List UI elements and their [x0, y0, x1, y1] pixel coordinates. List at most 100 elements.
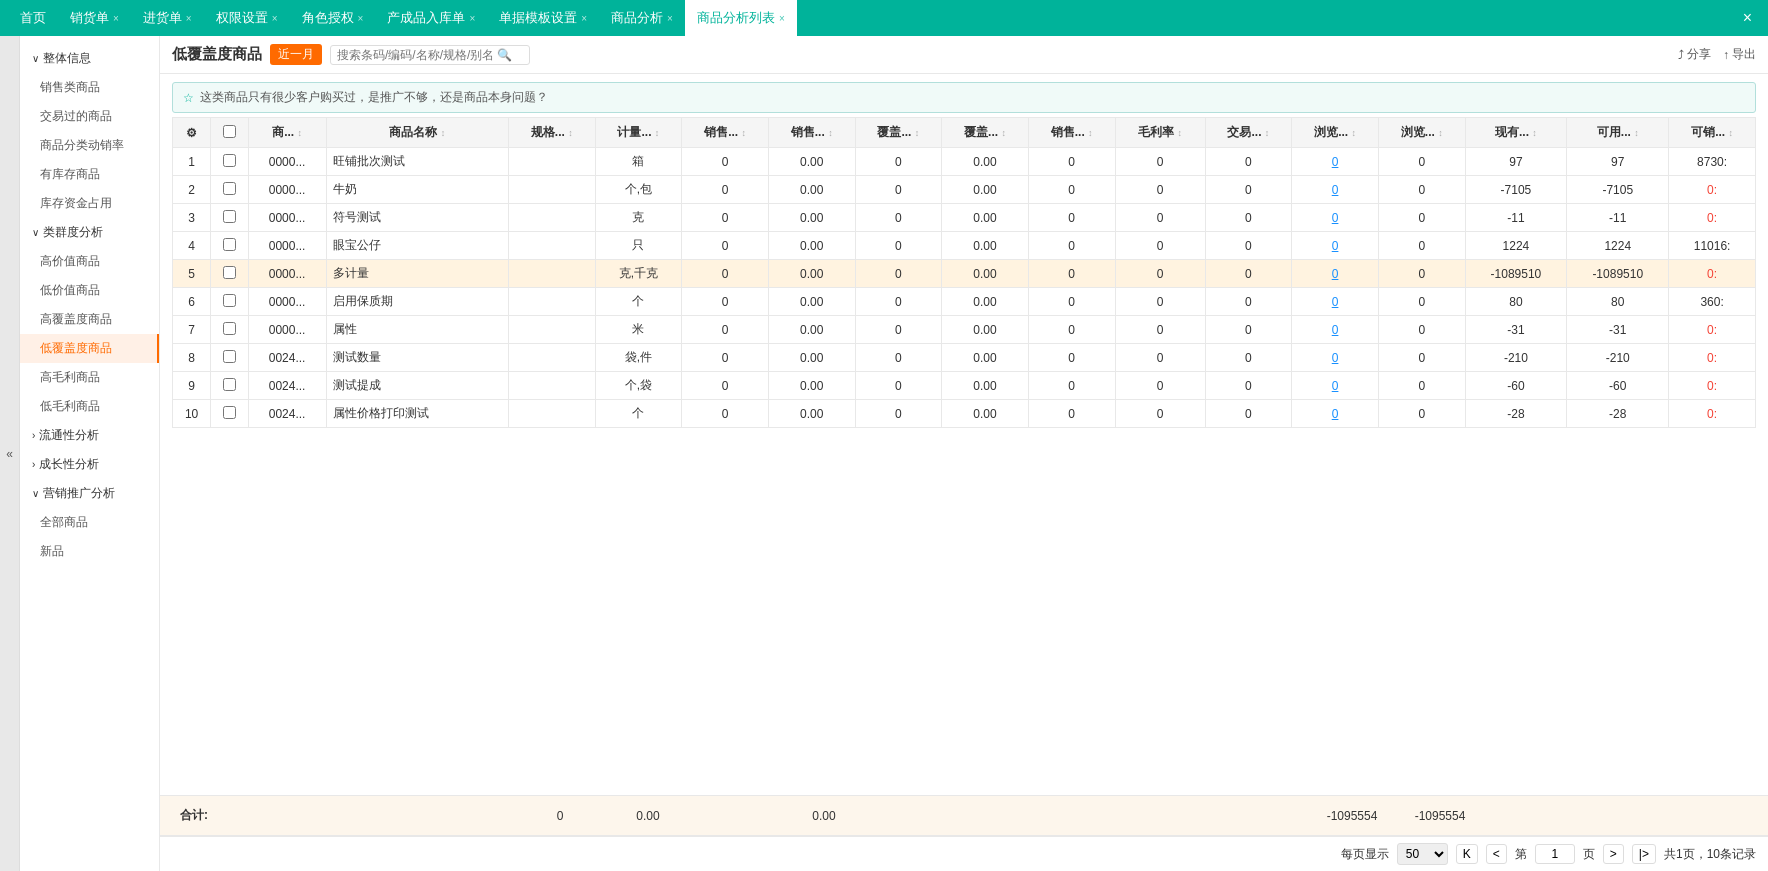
share-button[interactable]: ⤴ 分享 [1678, 46, 1711, 63]
col-code[interactable]: 商... ↕ [248, 118, 326, 148]
close-icon[interactable]: × [186, 13, 192, 24]
sidebar-item-low-coverage[interactable]: 低覆盖度商品 [20, 334, 159, 363]
row-select-checkbox[interactable] [223, 406, 236, 419]
row-checkbox[interactable] [211, 204, 249, 232]
window-close-button[interactable]: × [1735, 9, 1760, 27]
row-browse1[interactable]: 0 [1292, 204, 1379, 232]
row-browse1[interactable]: 0 [1292, 400, 1379, 428]
col-settings[interactable]: ⚙ [173, 118, 211, 148]
col-saleable[interactable]: 可销... ↕ [1669, 118, 1756, 148]
sidebar-section-flow[interactable]: › 流通性分析 [20, 421, 159, 450]
close-icon[interactable]: × [272, 13, 278, 24]
row-checkbox[interactable] [211, 232, 249, 260]
search-icon[interactable]: 🔍 [497, 48, 512, 62]
col-unit[interactable]: 计量... ↕ [595, 118, 682, 148]
row-browse1[interactable]: 0 [1292, 372, 1379, 400]
row-checkbox[interactable] [211, 316, 249, 344]
col-gross[interactable]: 毛利率 ↕ [1115, 118, 1205, 148]
col-browse1[interactable]: 浏览... ↕ [1292, 118, 1379, 148]
row-cov2: 0.00 [942, 400, 1029, 428]
last-page-button[interactable]: |> [1632, 844, 1656, 864]
nav-product-storage[interactable]: 产成品入库单 × [375, 0, 487, 36]
row-checkbox[interactable] [211, 260, 249, 288]
row-select-checkbox[interactable] [223, 378, 236, 391]
col-available[interactable]: 可用... ↕ [1567, 118, 1669, 148]
row-select-checkbox[interactable] [223, 210, 236, 223]
close-icon[interactable]: × [667, 13, 673, 24]
page-label: 第 [1515, 846, 1527, 863]
col-sales-amt[interactable]: 销售... ↕ [768, 118, 855, 148]
row-select-checkbox[interactable] [223, 238, 236, 251]
export-button[interactable]: ↑ 导出 [1723, 46, 1756, 63]
first-page-button[interactable]: K [1456, 844, 1478, 864]
sidebar-section-marketing[interactable]: ∨ 营销推广分析 [20, 479, 159, 508]
close-icon[interactable]: × [581, 13, 587, 24]
col-spec[interactable]: 规格... ↕ [508, 118, 595, 148]
next-page-button[interactable]: > [1603, 844, 1624, 864]
sidebar-item-low-margin[interactable]: 低毛利商品 [20, 392, 159, 421]
row-browse1[interactable]: 0 [1292, 288, 1379, 316]
row-checkbox[interactable] [211, 148, 249, 176]
prev-page-button[interactable]: < [1486, 844, 1507, 864]
sidebar-item-stock-goods[interactable]: 有库存商品 [20, 160, 159, 189]
select-all-checkbox[interactable] [223, 125, 236, 138]
nav-role[interactable]: 角色授权 × [290, 0, 376, 36]
nav-analysis[interactable]: 商品分析 × [599, 0, 685, 36]
nav-home[interactable]: 首页 [8, 0, 58, 36]
per-page-select[interactable]: 50 10 20 100 [1397, 843, 1448, 865]
nav-analysis-list[interactable]: 商品分析列表 × [685, 0, 797, 36]
row-select-checkbox[interactable] [223, 322, 236, 335]
sidebar-item-high-coverage[interactable]: 高覆盖度商品 [20, 305, 159, 334]
col-checkbox[interactable] [211, 118, 249, 148]
close-icon[interactable]: × [113, 13, 119, 24]
page-input[interactable] [1535, 844, 1575, 864]
sidebar-section-overall[interactable]: ∨ 整体信息 [20, 44, 159, 73]
nav-permission[interactable]: 权限设置 × [204, 0, 290, 36]
sidebar-item-new-goods[interactable]: 新品 [20, 537, 159, 566]
col-name[interactable]: 商品名称 ↕ [326, 118, 508, 148]
row-select-checkbox[interactable] [223, 266, 236, 279]
row-select-checkbox[interactable] [223, 182, 236, 195]
row-checkbox[interactable] [211, 288, 249, 316]
row-browse1[interactable]: 0 [1292, 316, 1379, 344]
close-icon[interactable]: × [469, 13, 475, 24]
col-cov1[interactable]: 覆盖... ↕ [855, 118, 942, 148]
search-input[interactable] [337, 48, 497, 62]
row-checkbox[interactable] [211, 372, 249, 400]
row-select-checkbox[interactable] [223, 294, 236, 307]
row-select-checkbox[interactable] [223, 154, 236, 167]
row-checkbox[interactable] [211, 400, 249, 428]
sidebar-item-high-value[interactable]: 高价值商品 [20, 247, 159, 276]
row-checkbox[interactable] [211, 344, 249, 372]
row-browse1[interactable]: 0 [1292, 260, 1379, 288]
nav-sales[interactable]: 销货单 × [58, 0, 131, 36]
sidebar-section-cluster[interactable]: ∨ 类群度分析 [20, 218, 159, 247]
table-container[interactable]: ⚙ 商... ↕ 商品名称 ↕ 规格... ↕ 计量... ↕ 销售... ↕ … [160, 117, 1768, 795]
close-icon[interactable]: × [358, 13, 364, 24]
nav-purchase[interactable]: 进货单 × [131, 0, 204, 36]
nav-template[interactable]: 单据模板设置 × [487, 0, 599, 36]
sidebar-item-low-value[interactable]: 低价值商品 [20, 276, 159, 305]
sidebar-item-all-goods[interactable]: 全部商品 [20, 508, 159, 537]
col-trade[interactable]: 交易... ↕ [1205, 118, 1292, 148]
sidebar-item-high-margin[interactable]: 高毛利商品 [20, 363, 159, 392]
sidebar-item-sales-goods[interactable]: 销售类商品 [20, 73, 159, 102]
row-select-checkbox[interactable] [223, 350, 236, 363]
sidebar-item-traded-goods[interactable]: 交易过的商品 [20, 102, 159, 131]
col-browse2[interactable]: 浏览... ↕ [1378, 118, 1465, 148]
row-browse1[interactable]: 0 [1292, 344, 1379, 372]
sidebar-item-category-rate[interactable]: 商品分类动销率 [20, 131, 159, 160]
sidebar-item-stock-capital[interactable]: 库存资金占用 [20, 189, 159, 218]
time-filter-button[interactable]: 近一月 [270, 44, 322, 65]
col-cov2[interactable]: 覆盖... ↕ [942, 118, 1029, 148]
sidebar-section-growth[interactable]: › 成长性分析 [20, 450, 159, 479]
col-sales-qty[interactable]: 销售... ↕ [682, 118, 769, 148]
row-browse1[interactable]: 0 [1292, 232, 1379, 260]
row-browse1[interactable]: 0 [1292, 148, 1379, 176]
row-checkbox[interactable] [211, 176, 249, 204]
col-sales3[interactable]: 销售... ↕ [1028, 118, 1115, 148]
row-browse1[interactable]: 0 [1292, 176, 1379, 204]
close-icon[interactable]: × [779, 13, 785, 24]
sidebar-collapse-button[interactable]: « [0, 36, 20, 871]
col-current[interactable]: 现有... ↕ [1465, 118, 1567, 148]
